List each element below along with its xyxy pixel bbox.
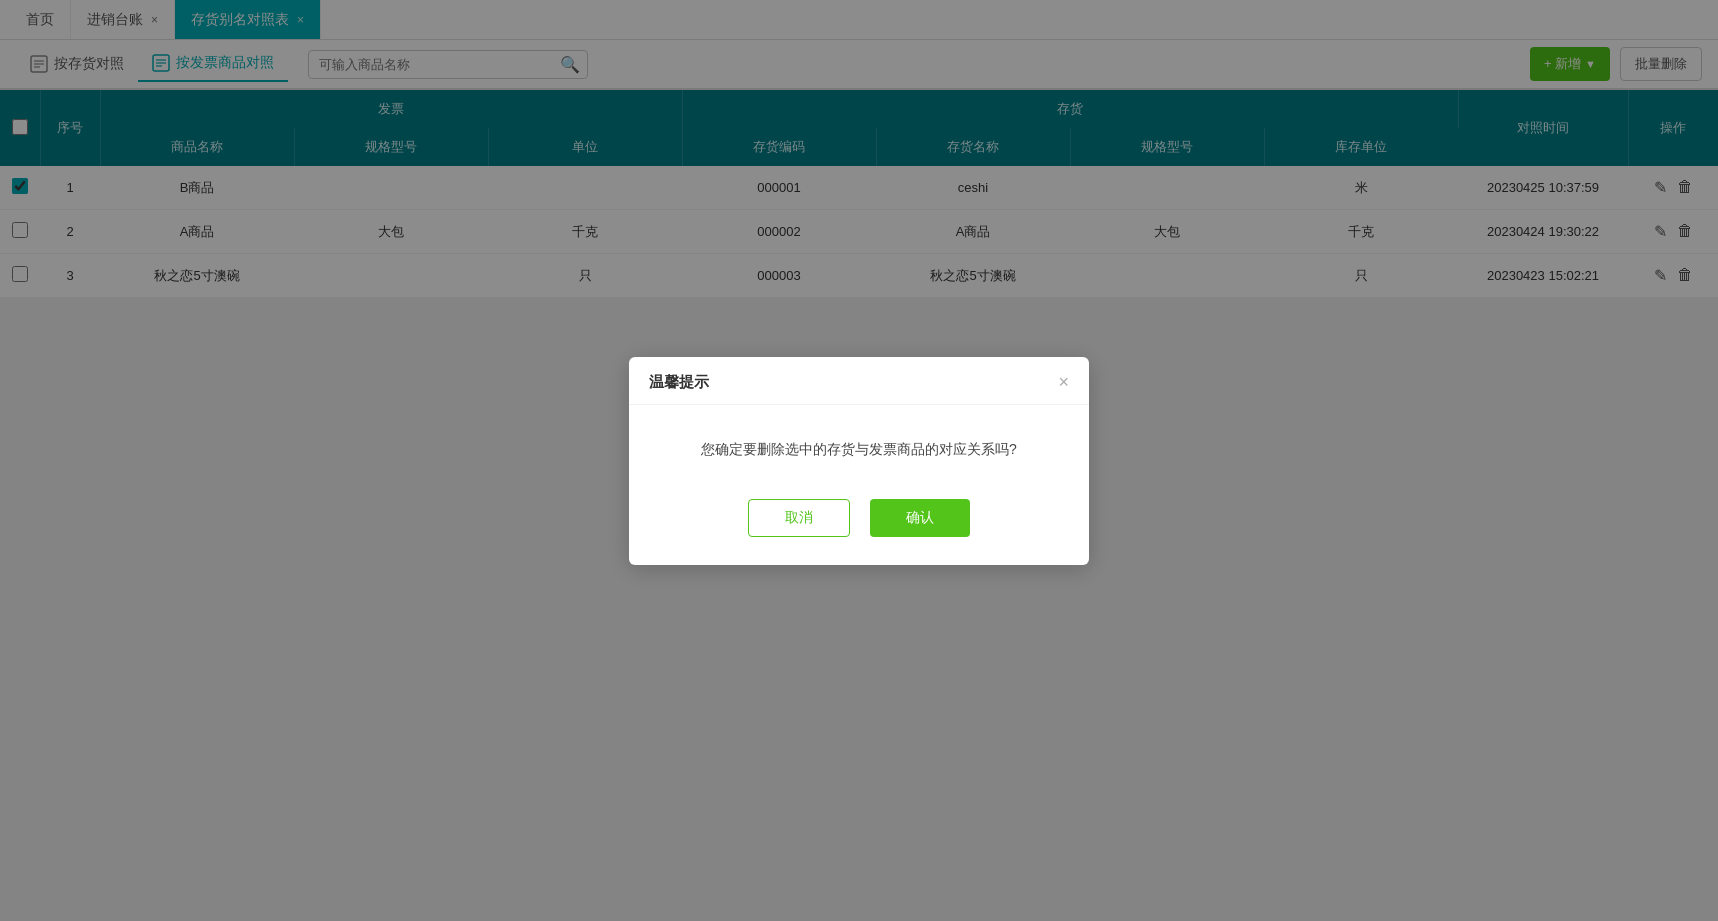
modal-overlay: 温馨提示 × 您确定要删除选中的存货与发票商品的对应关系吗? 取消 确认: [0, 0, 1718, 298]
